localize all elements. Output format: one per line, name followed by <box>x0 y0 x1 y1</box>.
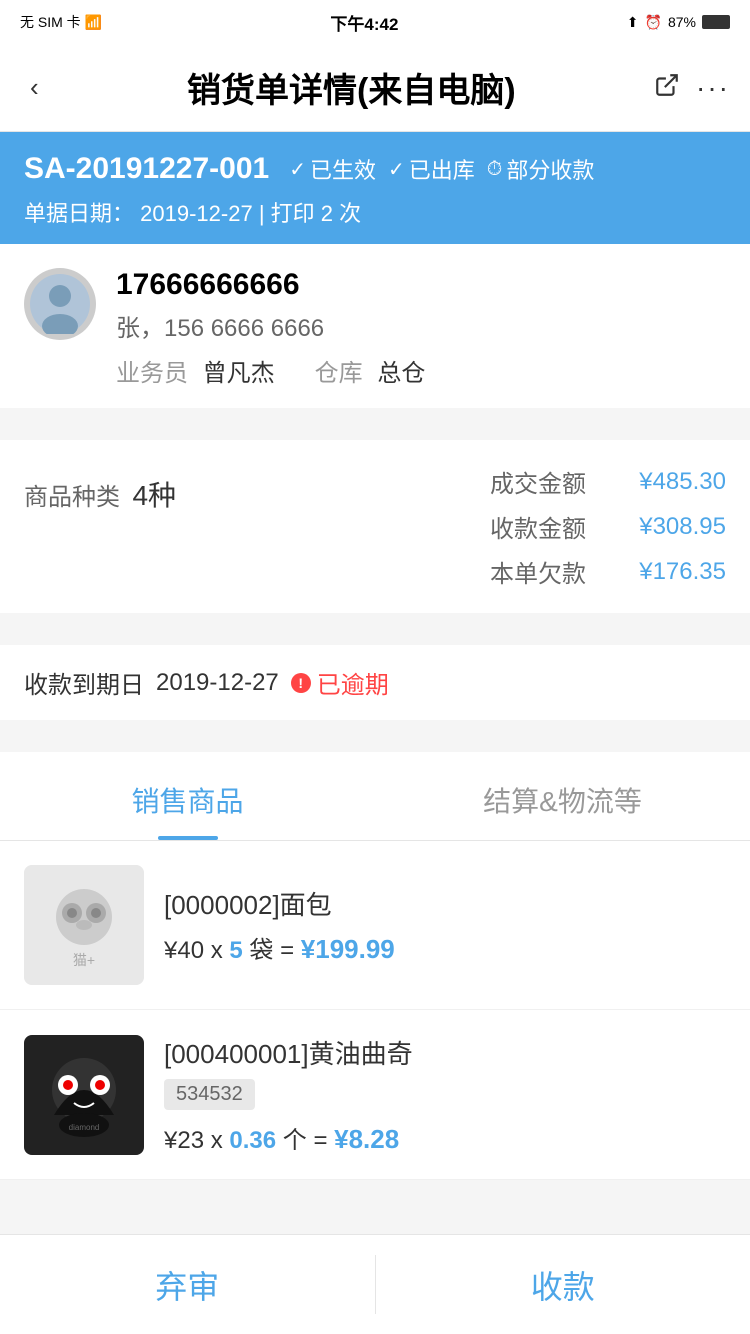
clock-icon: ⏱ <box>487 158 503 181</box>
status-left: 无 SIM 卡 📶 <box>20 12 102 32</box>
product-thumb-2: diamond <box>24 1035 144 1155</box>
bottom-bar: 弃审 收款 <box>0 1234 750 1334</box>
location-icon: ⬆ <box>627 14 639 31</box>
badge-effective: ✓ 已生效 <box>289 153 376 185</box>
cancel-button[interactable]: 弃审 <box>0 1235 375 1334</box>
more-icon[interactable]: ··· <box>696 72 730 104</box>
status-right: ⬆ ⏰ 87% <box>627 14 730 31</box>
nav-actions: ··· <box>654 72 730 104</box>
product-item: 猫+ [0000002]面包 ¥40 x 5 袋 = ¥199.99 <box>0 841 750 1010</box>
stats-left: 商品种类 4种 <box>24 464 176 514</box>
product-name-1: [0000002]面包 <box>164 885 726 922</box>
category-row: 商品种类 4种 <box>24 474 176 514</box>
product-sku-badge: 534532 <box>164 1079 726 1120</box>
page-title: 销货单详情(来自电脑) <box>49 63 654 112</box>
alarm-icon: ⏰ <box>645 14 662 31</box>
product-thumb-1: 猫+ <box>24 865 144 985</box>
order-header: SA-20191227-001 ✓ 已生效 ✓ 已出库 ⏱ 部分收款 单据日期：… <box>0 132 750 244</box>
order-id: SA-20191227-001 <box>24 152 269 186</box>
product-price-2: ¥23 x 0.36 个 = ¥8.28 <box>164 1120 726 1155</box>
customer-id: 17666666666 <box>116 268 726 302</box>
badge-shipped: ✓ 已出库 <box>388 153 475 185</box>
svg-text:diamond: diamond <box>69 1123 100 1132</box>
nav-bar: ‹ 销货单详情(来自电脑) ··· <box>0 44 750 132</box>
back-button[interactable]: ‹ <box>20 62 49 113</box>
customer-info: 17666666666 张，156 6666 6666 业务员 曾凡杰 仓库 总… <box>116 268 726 388</box>
overdue-text: 已逾期 <box>317 665 389 700</box>
check-icon-2: ✓ <box>388 157 405 182</box>
tabs-section: 销售商品 结算&物流等 <box>0 752 750 841</box>
status-badges: ✓ 已生效 ✓ 已出库 ⏱ 部分收款 <box>289 153 594 185</box>
customer-avatar <box>24 268 96 340</box>
battery-level: 87% <box>668 14 696 30</box>
due-date-section: 收款到期日 2019-12-27 ! 已逾期 <box>0 645 750 720</box>
confirm-button[interactable]: 收款 <box>376 1235 750 1334</box>
overdue-badge: ! 已逾期 <box>291 665 389 700</box>
warehouse-info: 仓库 总仓 <box>315 353 426 388</box>
badge-partial: ⏱ 部分收款 <box>487 153 595 185</box>
amount-row: 成交金额 ¥485.30 <box>490 464 726 499</box>
customer-meta: 业务员 曾凡杰 仓库 总仓 <box>116 353 726 388</box>
tab-settlement[interactable]: 结算&物流等 <box>375 752 750 840</box>
product-name-2: [000400001]黄油曲奇 <box>164 1034 726 1071</box>
tab-sales-products[interactable]: 销售商品 <box>0 752 375 840</box>
due-date-label: 收款到期日 <box>24 665 144 700</box>
status-time: 下午4:42 <box>330 10 398 35</box>
check-icon-1: ✓ <box>289 157 306 182</box>
received-row: 收款金额 ¥308.95 <box>490 509 726 544</box>
order-date-row: 单据日期： 2019-12-27 | 打印 2 次 <box>24 196 726 228</box>
overdue-icon: ! <box>291 673 311 693</box>
customer-section: 17666666666 张，156 6666 6666 业务员 曾凡杰 仓库 总… <box>0 244 750 408</box>
svg-text:猫+: 猫+ <box>73 952 95 968</box>
products-section: 猫+ [0000002]面包 ¥40 x 5 袋 = ¥199.99 <box>0 841 750 1180</box>
due-date-value: 2019-12-27 <box>156 669 279 697</box>
battery-icon <box>702 15 730 29</box>
status-bar: 无 SIM 卡 📶 下午4:42 ⬆ ⏰ 87% <box>0 0 750 44</box>
stats-section: 商品种类 4种 成交金额 ¥485.30 收款金额 ¥308.95 本单欠款 ¥… <box>0 440 750 613</box>
customer-contact: 张，156 6666 6666 <box>116 308 726 343</box>
staff-info: 业务员 曾凡杰 <box>116 353 275 388</box>
debt-row: 本单欠款 ¥176.35 <box>490 554 726 589</box>
product-details-1: [0000002]面包 ¥40 x 5 袋 = ¥199.99 <box>164 885 726 965</box>
stats-right: 成交金额 ¥485.30 收款金额 ¥308.95 本单欠款 ¥176.35 <box>490 464 726 589</box>
share-icon[interactable] <box>654 72 680 104</box>
product-item-2: diamond [000400001]黄油曲奇 534532 ¥23 x 0.3… <box>0 1010 750 1180</box>
product-details-2: [000400001]黄油曲奇 534532 ¥23 x 0.36 个 = ¥8… <box>164 1034 726 1155</box>
product-price-1: ¥40 x 5 袋 = ¥199.99 <box>164 930 726 965</box>
